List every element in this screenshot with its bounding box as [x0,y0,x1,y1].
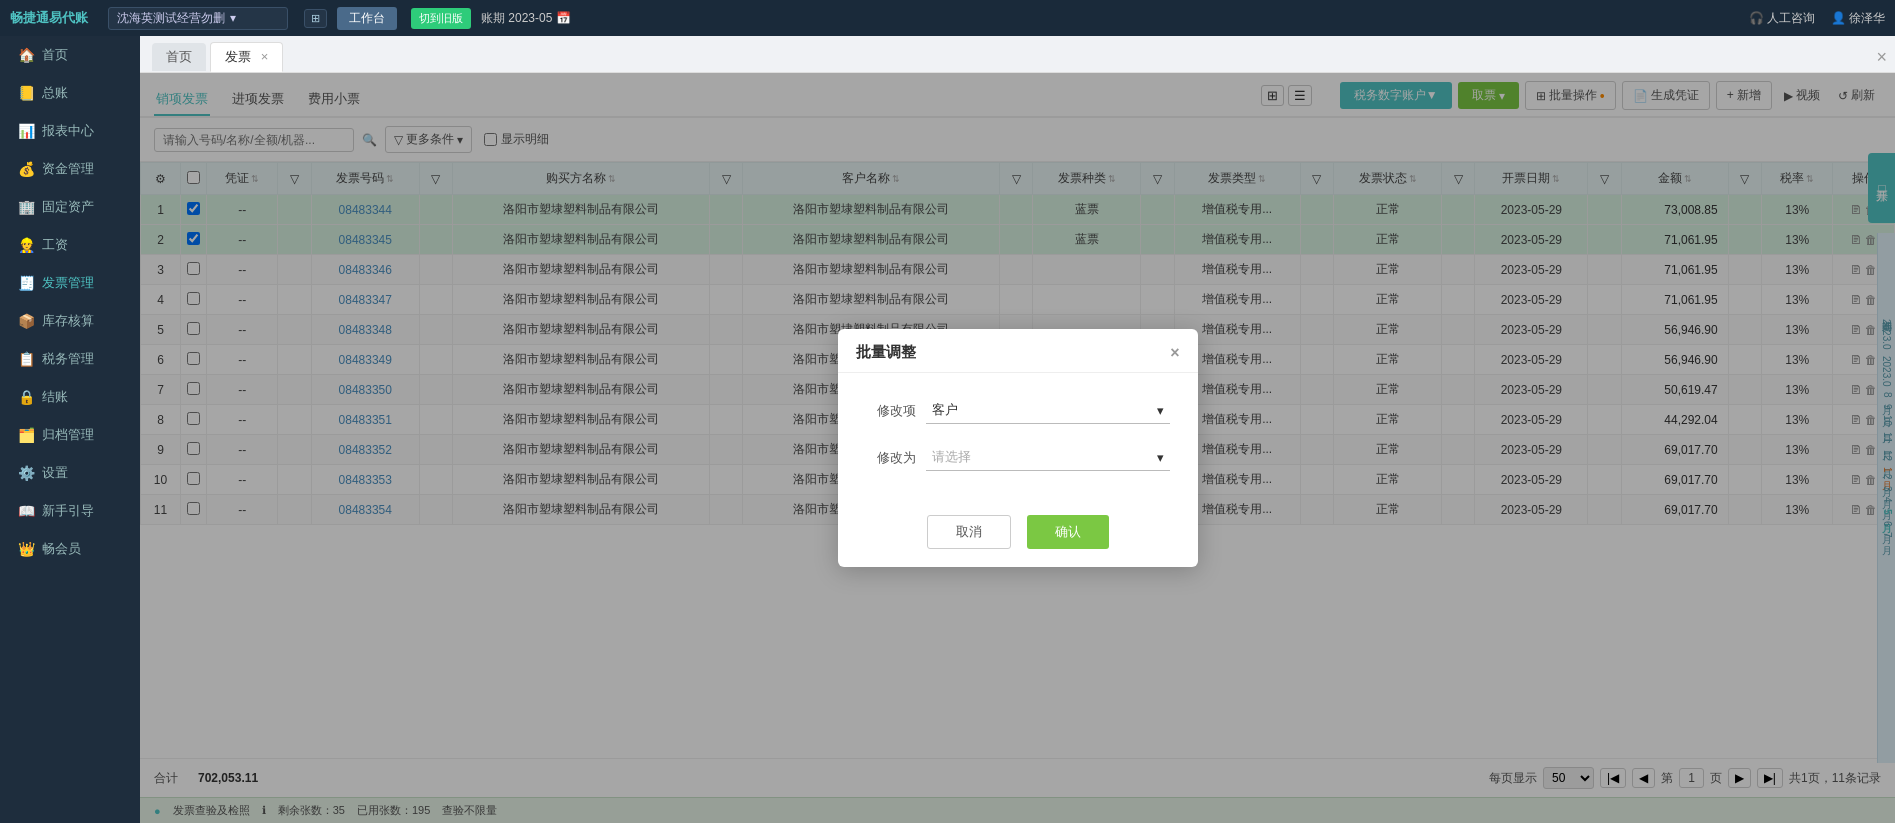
sidebar-label-invoice: 发票管理 [42,274,94,292]
modal-cancel-btn[interactable]: 取消 [927,515,1011,549]
company-selector[interactable]: 沈海英测试经营勿删 ▾ [108,7,288,30]
chevron-down-icon: ▾ [1157,450,1164,465]
sidebar-item-inventory[interactable]: 📦 库存核算 [0,302,140,340]
sidebar-label-home: 首页 [42,46,68,64]
sidebar-label-guide: 新手引导 [42,502,94,520]
sidebar-item-home[interactable]: 🏠 首页 [0,36,140,74]
modal-confirm-btn[interactable]: 确认 [1027,515,1109,549]
sidebar-item-tax[interactable]: 📋 税务管理 [0,340,140,378]
funds-icon: 💰 [18,161,34,177]
sidebar-label-closing: 结账 [42,388,68,406]
sidebar-item-ledger[interactable]: 📒 总账 [0,74,140,112]
chevron-down-icon: ▾ [230,11,236,25]
modify-to-label: 修改为 [866,449,916,467]
modal-header: 批量调整 × [838,329,1198,373]
sidebar-label-fixed-assets: 固定资产 [42,198,94,216]
sidebar-item-salary[interactable]: 👷 工资 [0,226,140,264]
period-date: 账期 2023-05 📅 [481,10,571,27]
sidebar-item-archive[interactable]: 🗂️ 归档管理 [0,416,140,454]
main-layout: 🏠 首页 📒 总账 📊 报表中心 💰 资金管理 🏢 固定资产 👷 工资 🧾 发票… [0,36,1895,823]
tab-area-close-btn[interactable]: × [1876,47,1887,68]
inventory-icon: 📦 [18,313,34,329]
sidebar-label-archive: 归档管理 [42,426,94,444]
sidebar-label-salary: 工资 [42,236,68,254]
modal-footer: 取消 确认 [838,507,1198,567]
avatar-icon: 👤 [1831,11,1846,25]
tab-invoice[interactable]: 发票 × [210,42,283,72]
sidebar-label-reports: 报表中心 [42,122,94,140]
salary-icon: 👷 [18,237,34,253]
company-name: 沈海英测试经营勿删 [117,10,225,27]
sidebar-item-member[interactable]: 👑 畅会员 [0,530,140,568]
sidebar-item-closing[interactable]: 🔒 结账 [0,378,140,416]
sidebar-item-fixed-assets[interactable]: 🏢 固定资产 [0,188,140,226]
closing-icon: 🔒 [18,389,34,405]
sidebar-label-ledger: 总账 [42,84,68,102]
headset-icon: 🎧 [1749,11,1764,25]
modify-field-value: 客户 [932,401,958,419]
top-actions: ⊞ [304,9,327,28]
modify-to-placeholder: 请选择 [932,448,971,466]
top-right-actions: 🎧 人工咨询 👤 徐泽华 [1749,10,1885,27]
settings-icon: ⚙️ [18,465,34,481]
sidebar-item-invoice[interactable]: 🧾 发票管理 [0,264,140,302]
modal-body: 修改项 客户 ▾ 修改为 请选择 ▾ [838,373,1198,507]
workspace-btn[interactable]: 工作台 [337,7,397,30]
home-icon: 🏠 [18,47,34,63]
icon-btn[interactable]: ⊞ [304,9,327,28]
ledger-icon: 📒 [18,85,34,101]
sidebar-label-inventory: 库存核算 [42,312,94,330]
sidebar: 🏠 首页 📒 总账 📊 报表中心 💰 资金管理 🏢 固定资产 👷 工资 🧾 发票… [0,36,140,823]
period-mode-btn[interactable]: 切到旧版 [411,8,471,29]
guide-icon: 📖 [18,503,34,519]
modify-field-row: 修改项 客户 ▾ [866,397,1170,424]
sidebar-item-guide[interactable]: 📖 新手引导 [0,492,140,530]
archive-icon: 🗂️ [18,427,34,443]
modify-field-label: 修改项 [866,402,916,420]
modify-field-select[interactable]: 客户 ▾ [926,397,1170,424]
modify-to-row: 修改为 请选择 ▾ [866,444,1170,471]
content-area: 首页 发票 × × 销项发票 进项发票 费用小票 [140,36,1895,823]
tax-icon: 📋 [18,351,34,367]
member-icon: 👑 [18,541,34,557]
sidebar-item-settings[interactable]: ⚙️ 设置 [0,454,140,492]
tabs-bar: 首页 发票 × × [140,36,1895,73]
ai-consult-btn[interactable]: 🎧 人工咨询 [1749,10,1815,27]
sidebar-label-tax: 税务管理 [42,350,94,368]
calendar-icon[interactable]: 📅 [556,11,571,25]
modal-title: 批量调整 [856,343,916,362]
invoice-icon: 🧾 [18,275,34,291]
user-avatar[interactable]: 👤 徐泽华 [1831,10,1885,27]
tab-close-icon[interactable]: × [261,49,269,64]
modal-overlay: 批量调整 × 修改项 客户 ▾ 修改为 [140,73,1895,823]
sidebar-item-funds[interactable]: 💰 资金管理 [0,150,140,188]
modify-to-select[interactable]: 请选择 ▾ [926,444,1170,471]
sidebar-item-reports[interactable]: 📊 报表中心 [0,112,140,150]
sidebar-label-member: 畅会员 [42,540,81,558]
tab-home[interactable]: 首页 [152,43,206,71]
batch-adjust-modal: 批量调整 × 修改项 客户 ▾ 修改为 [838,329,1198,567]
reports-icon: 📊 [18,123,34,139]
sidebar-label-settings: 设置 [42,464,68,482]
sidebar-label-funds: 资金管理 [42,160,94,178]
fixed-assets-icon: 🏢 [18,199,34,215]
app-logo: 畅捷通易代账 [10,9,88,27]
invoice-area: 销项发票 进项发票 费用小票 ⊞ ☰ 税务数字账户▼ [140,73,1895,823]
chevron-down-icon: ▾ [1157,403,1164,418]
modal-close-btn[interactable]: × [1170,344,1179,362]
top-bar: 畅捷通易代账 沈海英测试经营勿删 ▾ ⊞ 工作台 切到旧版 账期 2023-05… [0,0,1895,36]
